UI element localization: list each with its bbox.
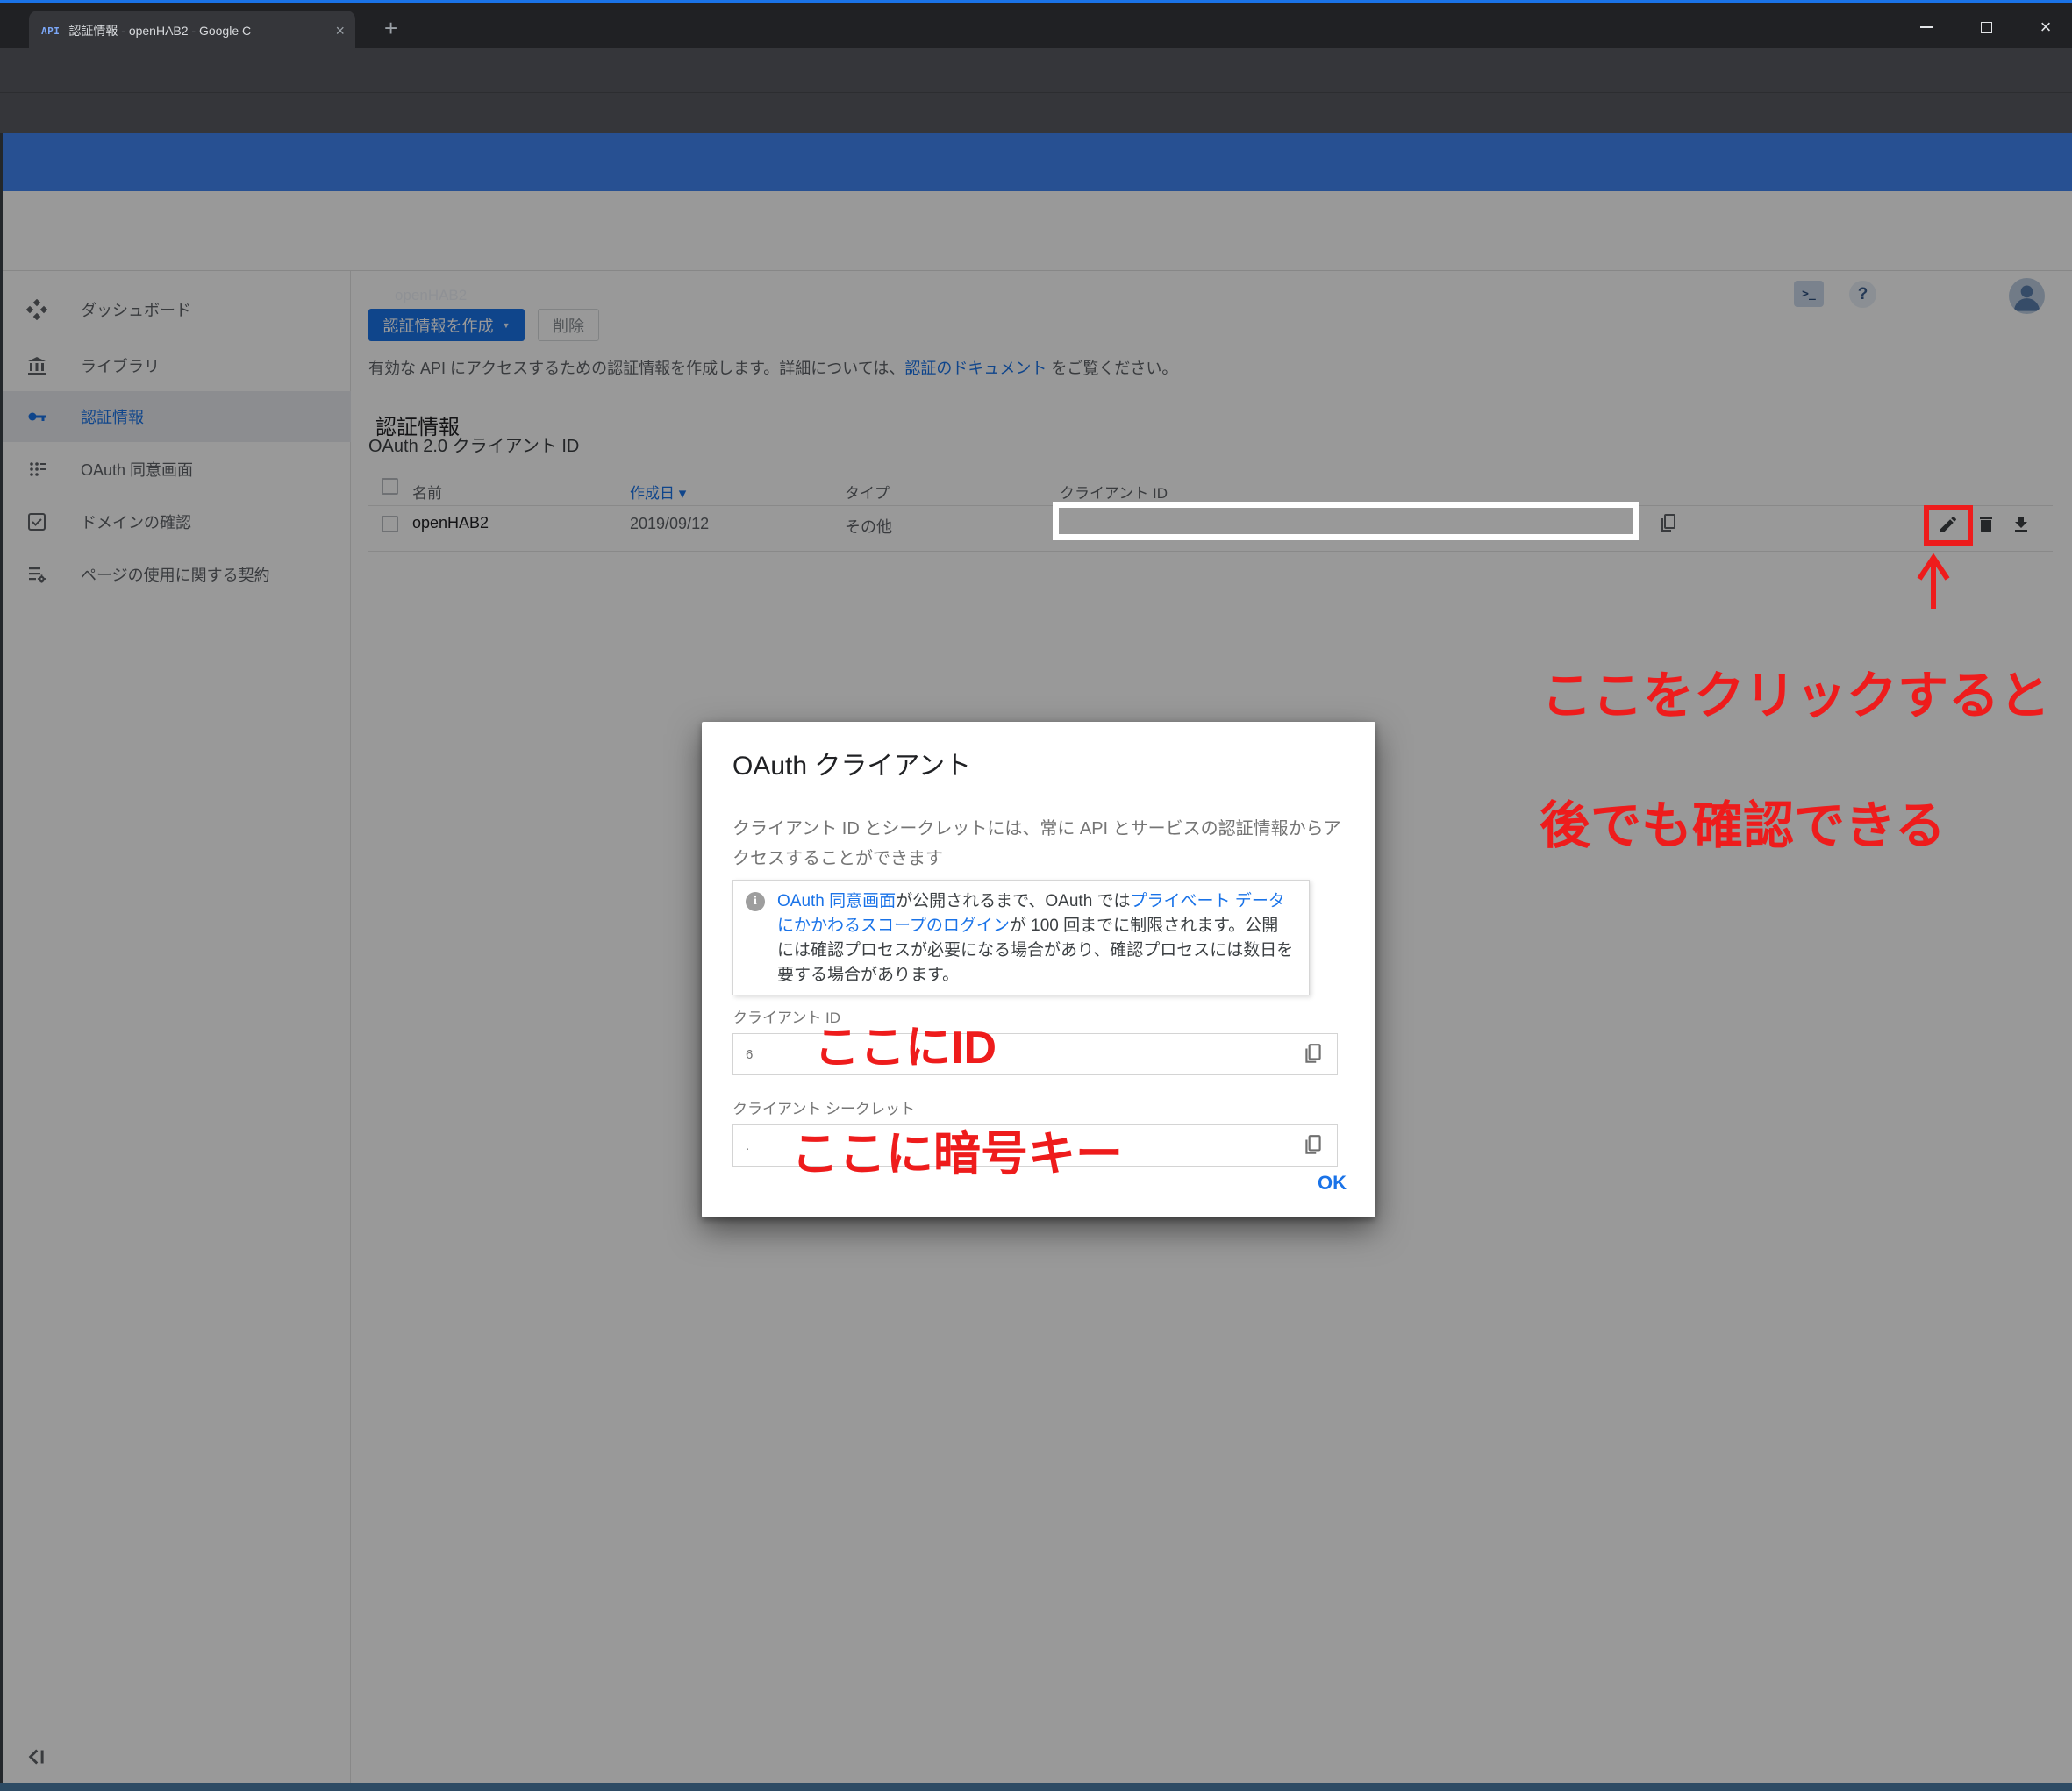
window-minimize-button[interactable] <box>1899 5 1954 49</box>
ok-button[interactable]: OK <box>1318 1172 1347 1195</box>
consent-screen-link[interactable]: OAuth 同意画面 <box>777 892 896 910</box>
browser-window: API 認証情報 - openHAB2 - Google C × + × ← →… <box>0 0 2072 1791</box>
info-text-1: が公開されるまで、OAuth では <box>896 892 1131 910</box>
window-close-button[interactable]: × <box>2018 5 2072 49</box>
annotation-secret-here: ここに暗号キー <box>791 1128 1123 1181</box>
annotation-id-here: ここにID <box>814 1023 997 1074</box>
window-bottom-edge <box>0 1783 2072 1791</box>
tab-favicon-api-icon: API <box>41 25 61 37</box>
new-tab-button[interactable]: + <box>384 15 397 42</box>
tab-title: 認証情報 - openHAB2 - Google C <box>68 24 252 38</box>
browser-toolbar: ← → console.cloud.google.com/apis/creden… <box>0 48 2072 134</box>
dialog-title: OAuth クライアント <box>732 752 972 781</box>
close-icon: × <box>2040 16 2052 38</box>
annotation-click-here: ここをクリックすると <box>1541 667 2051 724</box>
client-id-redaction-box <box>1053 502 1639 540</box>
info-text: OAuth 同意画面が公開されるまで、OAuth ではプライベート データにかか… <box>777 889 1295 988</box>
annotation-check-later: 後でも確認できる <box>1540 797 1946 854</box>
minimize-icon <box>1919 26 1933 28</box>
info-banner: i OAuth 同意画面が公開されるまで、OAuth ではプライベート データに… <box>732 880 1310 995</box>
browser-tab[interactable]: API 認証情報 - openHAB2 - Google C × <box>29 11 355 51</box>
tab-bar: API 認証情報 - openHAB2 - Google C × + × <box>0 3 2072 51</box>
edit-highlight-box <box>1924 505 1973 546</box>
client-secret-value: . <box>746 1138 750 1153</box>
maximize-icon <box>1980 21 1992 33</box>
copy-client-id-icon[interactable] <box>1302 1043 1325 1066</box>
info-icon: i <box>746 892 765 911</box>
client-id-value: 6 <box>746 1046 754 1062</box>
red-arrow-up-icon <box>1917 553 1950 609</box>
copy-client-secret-icon[interactable] <box>1302 1134 1325 1157</box>
window-left-edge <box>0 133 3 1791</box>
dialog-body-text: クライアント ID とシークレットには、常に API とサービスの認証情報からア… <box>732 819 1341 868</box>
client-secret-label: クライアント シークレット <box>732 1101 916 1117</box>
tab-close-icon[interactable]: × <box>333 23 347 39</box>
window-maximize-button[interactable] <box>1959 5 2013 49</box>
bookmarks-bar: アプリ » <box>0 92 2072 211</box>
